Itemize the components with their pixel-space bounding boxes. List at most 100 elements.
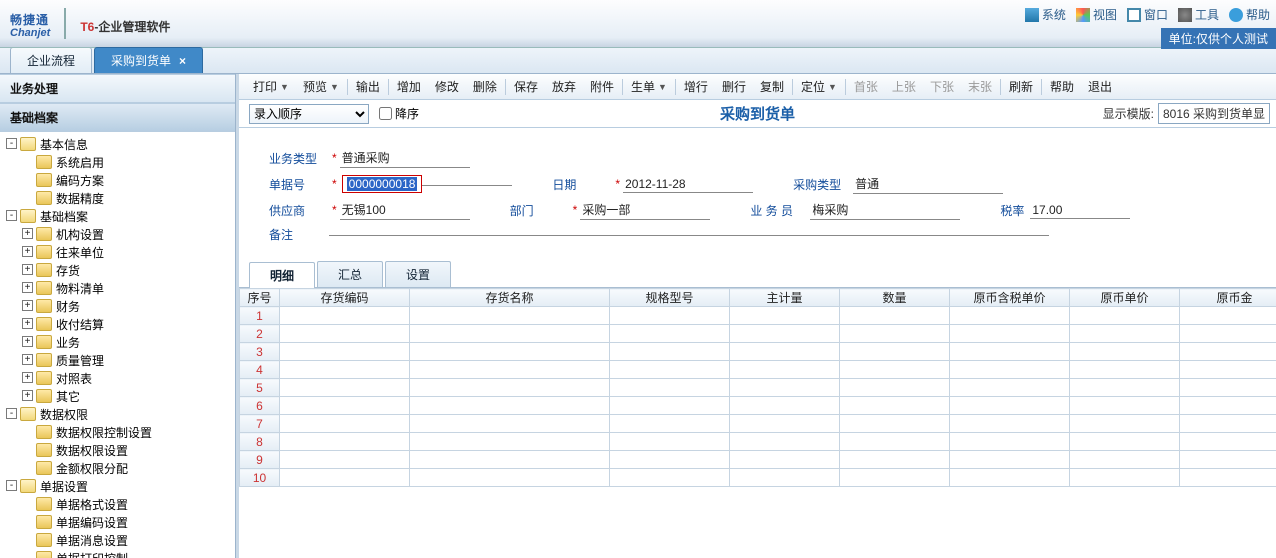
cell[interactable] — [410, 379, 610, 397]
cell[interactable] — [610, 361, 730, 379]
help-button[interactable]: 帮助 — [1044, 76, 1080, 97]
template-selector[interactable]: 显示模版: 8016 采购到货单显 — [1103, 103, 1270, 124]
cell[interactable] — [410, 433, 610, 451]
next-button[interactable]: 下张 — [924, 76, 960, 97]
expand-icon[interactable]: + — [22, 354, 33, 365]
cell[interactable] — [610, 325, 730, 343]
cell[interactable] — [1070, 379, 1180, 397]
exit-button[interactable]: 退出 — [1082, 76, 1118, 97]
table-row[interactable]: 3 — [240, 343, 1276, 361]
delrow-button[interactable]: 删行 — [716, 76, 752, 97]
cell[interactable] — [730, 469, 840, 487]
expand-icon[interactable]: - — [6, 210, 17, 221]
cell[interactable] — [840, 397, 950, 415]
cell[interactable] — [730, 325, 840, 343]
tree-node[interactable]: +业务 — [36, 334, 231, 352]
cell[interactable] — [280, 343, 410, 361]
value-pur-type[interactable]: 普通 — [853, 174, 1003, 194]
tree-node[interactable]: +对照表 — [36, 370, 231, 388]
cell[interactable] — [730, 415, 840, 433]
table-row[interactable]: 10 — [240, 469, 1276, 487]
cell[interactable] — [280, 469, 410, 487]
col-header[interactable]: 原币单价 — [1070, 289, 1180, 307]
delete-button[interactable]: 删除 — [467, 76, 503, 97]
save-button[interactable]: 保存 — [508, 76, 544, 97]
value-date[interactable]: 2012-11-28 — [623, 176, 753, 193]
desc-checkbox-input[interactable] — [379, 107, 392, 120]
cell[interactable] — [1180, 469, 1276, 487]
cell[interactable] — [840, 361, 950, 379]
cell[interactable] — [610, 415, 730, 433]
cell[interactable] — [840, 343, 950, 361]
cell[interactable] — [610, 451, 730, 469]
cell[interactable] — [730, 451, 840, 469]
col-header[interactable]: 序号 — [240, 289, 280, 307]
cell[interactable] — [1180, 307, 1276, 325]
tree-node[interactable]: 数据精度 — [36, 190, 231, 208]
expand-icon[interactable]: + — [22, 336, 33, 347]
col-header[interactable]: 原币金 — [1180, 289, 1276, 307]
table-row[interactable]: 8 — [240, 433, 1276, 451]
cell[interactable] — [950, 397, 1070, 415]
cell[interactable] — [280, 379, 410, 397]
cell[interactable] — [610, 397, 730, 415]
value-supplier[interactable]: 无锡100 — [340, 200, 470, 220]
col-header[interactable]: 数量 — [840, 289, 950, 307]
tree-node[interactable]: -数据权限数据权限控制设置数据权限设置金额权限分配 — [20, 406, 231, 478]
cell[interactable] — [950, 361, 1070, 379]
order-select[interactable]: 录入顺序 — [249, 104, 369, 124]
expand-icon[interactable]: + — [22, 246, 33, 257]
cell[interactable] — [1070, 361, 1180, 379]
cell[interactable] — [840, 379, 950, 397]
cell[interactable] — [950, 451, 1070, 469]
value-clerk[interactable]: 梅采购 — [810, 200, 960, 220]
tree-node[interactable]: 数据权限设置 — [36, 442, 231, 460]
cell[interactable] — [280, 433, 410, 451]
cell[interactable] — [1180, 433, 1276, 451]
cell[interactable] — [1180, 343, 1276, 361]
cell[interactable] — [730, 397, 840, 415]
cell[interactable] — [280, 451, 410, 469]
locate-button[interactable]: 定位▼ — [795, 76, 843, 97]
col-header[interactable]: 存货名称 — [410, 289, 610, 307]
print-button[interactable]: 打印▼ — [247, 76, 295, 97]
modify-button[interactable]: 修改 — [429, 76, 465, 97]
expand-icon[interactable]: + — [22, 318, 33, 329]
prev-button[interactable]: 上张 — [886, 76, 922, 97]
menu-help[interactable]: 帮助 — [1229, 6, 1270, 23]
cell[interactable] — [840, 415, 950, 433]
desc-checkbox[interactable]: 降序 — [379, 105, 419, 122]
cell[interactable] — [280, 361, 410, 379]
abandon-button[interactable]: 放弃 — [546, 76, 582, 97]
cell[interactable] — [410, 451, 610, 469]
value-remark[interactable] — [329, 233, 1049, 236]
sidebar-panel-archives[interactable]: 基础档案 — [0, 103, 235, 132]
value-biz-type[interactable]: 普通采购 — [340, 148, 470, 168]
cell[interactable] — [840, 433, 950, 451]
cell[interactable] — [410, 325, 610, 343]
first-button[interactable]: 首张 — [848, 76, 884, 97]
grid-tab-明细[interactable]: 明细 — [249, 262, 315, 288]
tree-node[interactable]: 单据消息设置 — [36, 532, 231, 550]
col-header[interactable]: 规格型号 — [610, 289, 730, 307]
menu-tool[interactable]: 工具 — [1178, 6, 1219, 23]
add-button[interactable]: 增加 — [391, 76, 427, 97]
doc-no-field[interactable]: 0000000018 — [342, 175, 423, 193]
cell[interactable] — [950, 343, 1070, 361]
tree-node[interactable]: +往来单位 — [36, 244, 231, 262]
table-row[interactable]: 1 — [240, 307, 1276, 325]
expand-icon[interactable]: - — [6, 138, 17, 149]
last-button[interactable]: 末张 — [962, 76, 998, 97]
cell[interactable] — [610, 469, 730, 487]
cell[interactable] — [1070, 451, 1180, 469]
table-row[interactable]: 5 — [240, 379, 1276, 397]
cell[interactable] — [840, 325, 950, 343]
expand-icon[interactable]: + — [22, 372, 33, 383]
table-row[interactable]: 2 — [240, 325, 1276, 343]
tree-node[interactable]: 金额权限分配 — [36, 460, 231, 478]
tree-node[interactable]: -基本信息系统启用编码方案数据精度 — [20, 136, 231, 208]
cell[interactable] — [950, 307, 1070, 325]
table-row[interactable]: 9 — [240, 451, 1276, 469]
cell[interactable] — [410, 397, 610, 415]
cell[interactable] — [610, 433, 730, 451]
